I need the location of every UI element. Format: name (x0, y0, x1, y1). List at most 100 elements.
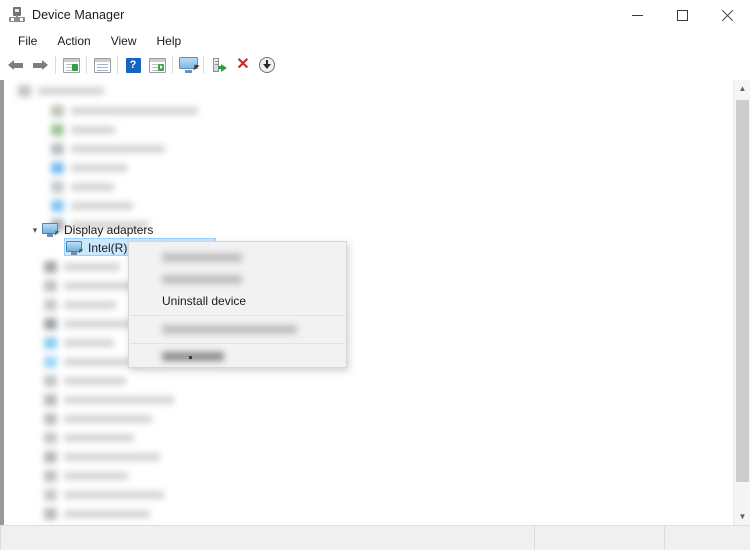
show-hide-console-tree-icon (62, 57, 80, 73)
uninstall-device-icon: ✕ (236, 56, 250, 73)
status-cell-secondary (535, 526, 665, 550)
update-driver-button[interactable] (145, 54, 169, 76)
tree-row-label (71, 164, 127, 172)
tree-row[interactable] (44, 467, 128, 485)
update-driver-icon (148, 57, 166, 73)
device-icon (44, 318, 57, 330)
context-menu-separator (130, 343, 345, 344)
device-icon (51, 105, 64, 117)
tree-row[interactable] (44, 296, 116, 314)
window-controls (615, 0, 750, 30)
tree-row-label (71, 126, 115, 134)
device-icon (44, 413, 57, 425)
tree-row[interactable] (44, 353, 136, 371)
tree-row[interactable] (44, 448, 160, 466)
display-adapter-icon (66, 241, 84, 255)
context-menu[interactable]: Uninstall device (128, 241, 347, 368)
tree-row[interactable] (51, 178, 114, 196)
help-button[interactable]: ? (121, 54, 145, 76)
device-icon (18, 85, 31, 97)
tree-row-label: Display adapters (64, 223, 154, 237)
enable-device-icon (211, 57, 227, 73)
device-icon (51, 143, 64, 155)
menu-item-file[interactable]: File (8, 32, 47, 50)
tree-row-label (71, 202, 133, 210)
tree-row[interactable] (44, 334, 114, 352)
toolbar-separator (203, 56, 204, 74)
device-icon (44, 356, 57, 368)
tree-row-label (64, 263, 120, 271)
show-hide-console-tree-button[interactable] (59, 54, 83, 76)
tree-row-display-adapters[interactable]: ▾ Display adapters (28, 221, 153, 239)
tree-row[interactable] (51, 102, 198, 120)
context-menu-item[interactable] (129, 345, 346, 367)
status-bar (0, 525, 750, 550)
tree-row-label (71, 183, 114, 191)
device-icon (44, 508, 57, 520)
tree-row-label (64, 510, 150, 518)
enable-device-button[interactable] (207, 54, 231, 76)
properties-icon (93, 57, 111, 73)
device-tree[interactable]: ▾ Display adapters Intel(R) U Uninstall … (4, 80, 728, 525)
minimize-button[interactable] (615, 0, 660, 30)
device-icon (44, 432, 57, 444)
context-menu-item[interactable] (129, 268, 346, 290)
title-bar[interactable]: Device Manager (0, 0, 750, 30)
tree-row-label (64, 339, 114, 347)
device-icon (44, 280, 57, 292)
scroll-up-icon: ▲ (738, 84, 747, 93)
install-legacy-hardware-button[interactable] (255, 54, 279, 76)
tree-row[interactable] (51, 197, 133, 215)
uninstall-device-button[interactable]: ✕ (231, 54, 255, 76)
tree-row-label (64, 491, 164, 499)
menu-bar: File Action View Help (0, 30, 750, 52)
tree-row-label (64, 472, 128, 480)
tree-row[interactable] (44, 505, 150, 523)
toolbar-separator (172, 56, 173, 74)
scroll-up-button[interactable]: ▲ (734, 80, 750, 97)
maximize-button[interactable] (660, 0, 705, 30)
device-icon (44, 470, 57, 482)
context-menu-item[interactable] (129, 246, 346, 268)
context-menu-item[interactable] (129, 318, 346, 340)
scrollbar-thumb[interactable] (736, 100, 749, 482)
tree-row[interactable] (44, 429, 134, 447)
back-button[interactable] (4, 54, 28, 76)
tree-row-label (38, 87, 104, 95)
chevron-down-icon[interactable]: ▾ (28, 225, 42, 236)
tree-row[interactable] (18, 82, 104, 100)
help-icon: ? (125, 57, 141, 73)
forward-button[interactable] (28, 54, 52, 76)
device-icon (44, 261, 57, 273)
scroll-down-button[interactable]: ▼ (734, 508, 750, 525)
device-icon (51, 162, 64, 174)
tree-row-label (64, 301, 116, 309)
tree-row[interactable] (44, 258, 120, 276)
tree-row[interactable] (44, 486, 164, 504)
device-icon (44, 451, 57, 463)
content-area: ▾ Display adapters Intel(R) U Uninstall … (0, 80, 750, 525)
menu-item-help[interactable]: Help (147, 32, 192, 50)
window-title: Device Manager (32, 8, 125, 22)
context-menu-item-uninstall-device[interactable]: Uninstall device (129, 290, 346, 312)
scroll-down-icon: ▼ (738, 512, 747, 521)
install-legacy-hardware-icon (259, 57, 275, 73)
tree-row[interactable] (44, 372, 126, 390)
tree-row[interactable] (51, 159, 127, 177)
tree-row[interactable] (51, 121, 115, 139)
menu-item-view[interactable]: View (101, 32, 147, 50)
vertical-scrollbar[interactable]: ▲ ▼ (733, 80, 750, 525)
properties-button[interactable] (90, 54, 114, 76)
tree-row[interactable] (44, 315, 139, 333)
context-menu-separator (130, 315, 345, 316)
device-icon (51, 200, 64, 212)
device-manager-icon (9, 7, 25, 23)
scan-for-hardware-changes-icon (178, 57, 200, 73)
tree-row[interactable] (44, 391, 174, 409)
tree-row[interactable] (44, 410, 152, 428)
scan-for-hardware-changes-button[interactable] (176, 54, 200, 76)
close-button[interactable] (705, 0, 750, 30)
menu-item-action[interactable]: Action (47, 32, 100, 50)
status-cell-main (0, 526, 535, 550)
tree-row[interactable] (51, 140, 165, 158)
